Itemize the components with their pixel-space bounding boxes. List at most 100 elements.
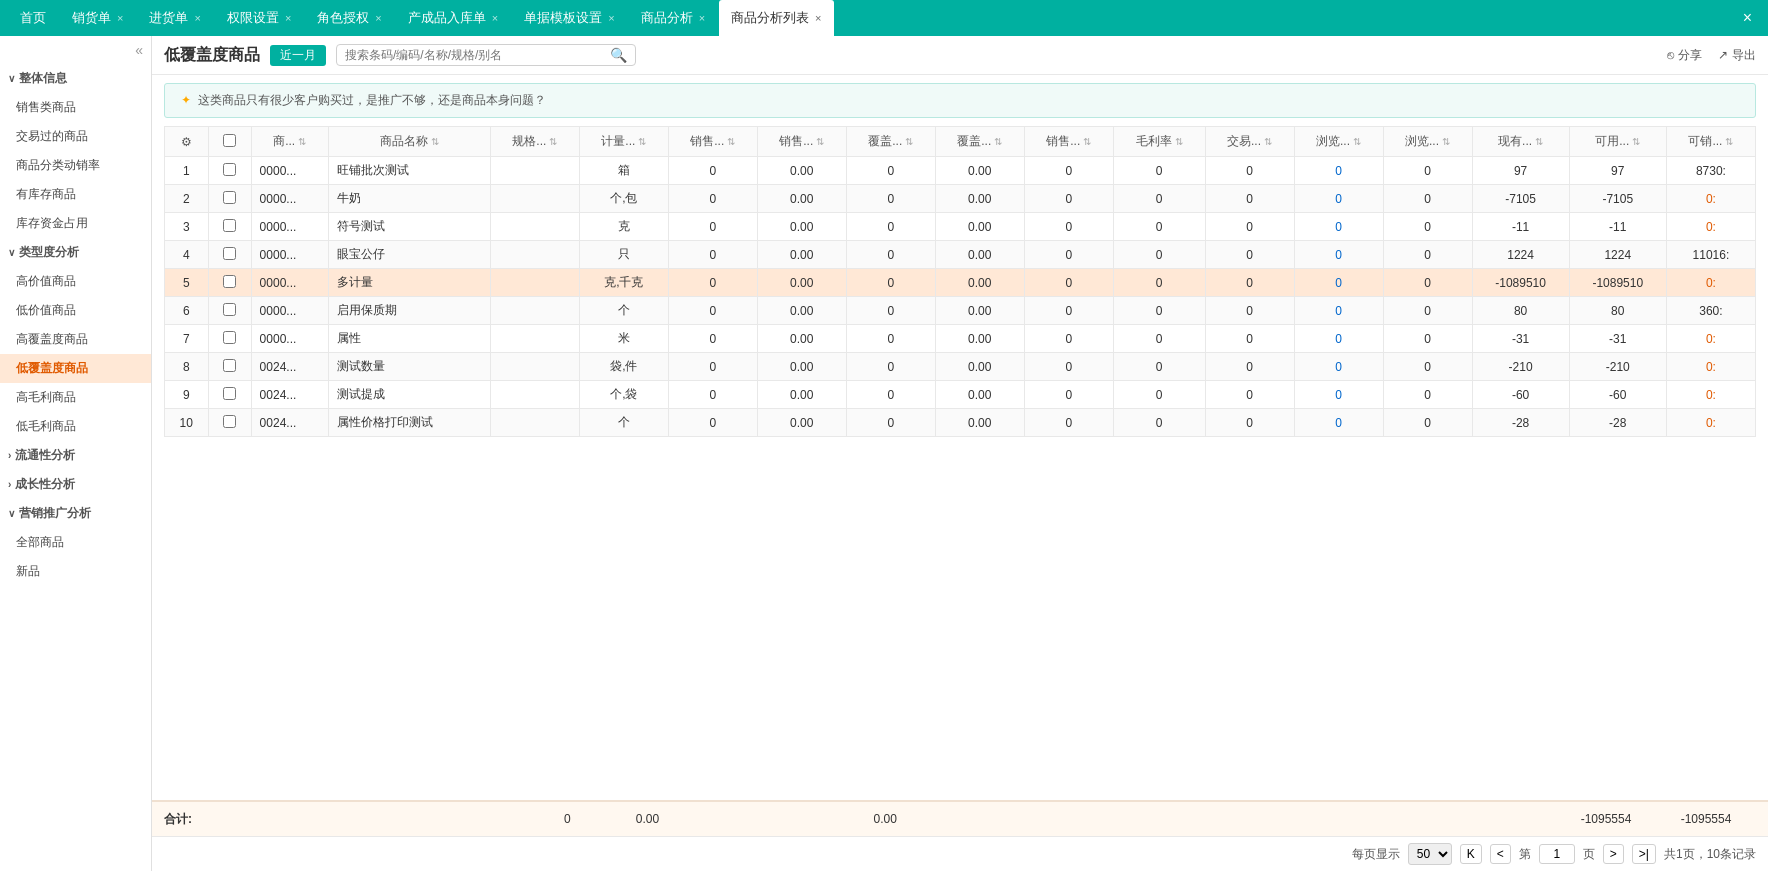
col-trade[interactable]: 交易...⇅ — [1205, 127, 1294, 157]
sidebar-item-low-gross[interactable]: 低毛利商品 — [0, 412, 151, 441]
sidebar-group-overall[interactable]: ∨ 整体信息 — [0, 64, 151, 93]
nav-roles-close[interactable]: × — [375, 12, 381, 24]
sidebar-item-stock-goods[interactable]: 有库存商品 — [0, 180, 151, 209]
row-browse1[interactable]: 0 — [1294, 185, 1383, 213]
nav-template-close[interactable]: × — [608, 12, 614, 24]
time-tag-button[interactable]: 近一月 — [270, 45, 326, 66]
nav-purchase[interactable]: 进货单 × — [137, 0, 212, 36]
nav-template[interactable]: 单据模板设置 × — [512, 0, 626, 36]
row-select-checkbox[interactable] — [223, 247, 236, 260]
select-all-checkbox[interactable] — [223, 134, 236, 147]
nav-close-all-button[interactable]: × — [1735, 5, 1760, 31]
row-checkbox[interactable] — [208, 157, 251, 185]
row-browse1[interactable]: 0 — [1294, 381, 1383, 409]
sidebar-item-low-value[interactable]: 低价值商品 — [0, 296, 151, 325]
row-checkbox[interactable] — [208, 381, 251, 409]
col-sales-count[interactable]: 销售...⇅ — [1024, 127, 1113, 157]
sidebar-item-high-coverage[interactable]: 高覆盖度商品 — [0, 325, 151, 354]
row-browse1[interactable]: 0 — [1294, 269, 1383, 297]
col-spec[interactable]: 规格...⇅ — [490, 127, 579, 157]
row-cov1: 0 — [846, 297, 935, 325]
col-gross-rate[interactable]: 毛利率⇅ — [1113, 127, 1205, 157]
row-select-checkbox[interactable] — [223, 219, 236, 232]
row-select-checkbox[interactable] — [223, 275, 236, 288]
sidebar-item-traded-goods[interactable]: 交易过的商品 — [0, 122, 151, 151]
per-page-select[interactable]: 50 — [1408, 843, 1452, 865]
row-select-checkbox[interactable] — [223, 191, 236, 204]
row-select-checkbox[interactable] — [223, 387, 236, 400]
col-sales-qty[interactable]: 销售...⇅ — [668, 127, 757, 157]
col-code[interactable]: 商...⇅ — [251, 127, 328, 157]
sidebar-item-high-value[interactable]: 高价值商品 — [0, 267, 151, 296]
nav-purchase-close[interactable]: × — [194, 12, 200, 24]
sidebar-collapse-button[interactable]: « — [0, 36, 151, 64]
nav-analysis-list[interactable]: 商品分析列表 × — [719, 0, 833, 36]
row-checkbox[interactable] — [208, 325, 251, 353]
last-page-button[interactable]: >| — [1632, 844, 1656, 864]
nav-sales-close[interactable]: × — [117, 12, 123, 24]
col-unit[interactable]: 计量...⇅ — [579, 127, 668, 157]
row-browse1[interactable]: 0 — [1294, 213, 1383, 241]
row-browse1[interactable]: 0 — [1294, 409, 1383, 437]
nav-roles[interactable]: 角色授权 × — [305, 0, 393, 36]
sidebar-item-sales-goods[interactable]: 销售类商品 — [0, 93, 151, 122]
nav-analysis-close[interactable]: × — [699, 12, 705, 24]
row-select-checkbox[interactable] — [223, 163, 236, 176]
sidebar-item-capital[interactable]: 库存资金占用 — [0, 209, 151, 238]
nav-permissions-close[interactable]: × — [285, 12, 291, 24]
col-current[interactable]: 现有...⇅ — [1472, 127, 1569, 157]
nav-product-entry[interactable]: 产成品入库单 × — [396, 0, 510, 36]
row-checkbox[interactable] — [208, 213, 251, 241]
row-browse1[interactable]: 0 — [1294, 157, 1383, 185]
row-checkbox[interactable] — [208, 241, 251, 269]
row-checkbox[interactable] — [208, 185, 251, 213]
row-select-checkbox[interactable] — [223, 359, 236, 372]
nav-permissions[interactable]: 权限设置 × — [215, 0, 303, 36]
search-icon[interactable]: 🔍 — [610, 47, 627, 63]
row-checkbox[interactable] — [208, 409, 251, 437]
nav-product-entry-close[interactable]: × — [492, 12, 498, 24]
sidebar-group-growth[interactable]: › 成长性分析 — [0, 470, 151, 499]
sidebar-item-category-rate[interactable]: 商品分类动销率 — [0, 151, 151, 180]
nav-sales[interactable]: 销货单 × — [60, 0, 135, 36]
row-checkbox[interactable] — [208, 353, 251, 381]
row-select-checkbox[interactable] — [223, 303, 236, 316]
row-browse1[interactable]: 0 — [1294, 325, 1383, 353]
export-button[interactable]: ↗ 导出 — [1718, 47, 1756, 64]
first-page-button[interactable]: K — [1460, 844, 1482, 864]
table-row: 5 0000... 多计量 克,千克 0 0.00 0 0.00 0 0 0 0… — [165, 269, 1756, 297]
nav-home[interactable]: 首页 — [8, 0, 58, 36]
arrow-icon-4: › — [8, 479, 11, 490]
row-browse1[interactable]: 0 — [1294, 241, 1383, 269]
page-number-input[interactable] — [1539, 844, 1575, 864]
sidebar-group-marketing[interactable]: ∨ 营销推广分析 — [0, 499, 151, 528]
sidebar-item-low-coverage[interactable]: 低覆盖度商品 — [0, 354, 151, 383]
col-browse1[interactable]: 浏览...⇅ — [1294, 127, 1383, 157]
col-browse2[interactable]: 浏览...⇅ — [1383, 127, 1472, 157]
col-coverage2[interactable]: 覆盖...⇅ — [935, 127, 1024, 157]
row-browse1[interactable]: 0 — [1294, 297, 1383, 325]
prev-page-button[interactable]: < — [1490, 844, 1511, 864]
nav-analysis[interactable]: 商品分析 × — [629, 0, 717, 36]
col-saleable[interactable]: 可销...⇅ — [1666, 127, 1755, 157]
col-coverage1[interactable]: 覆盖...⇅ — [846, 127, 935, 157]
col-sales-amt[interactable]: 销售...⇅ — [757, 127, 846, 157]
sidebar-group-type[interactable]: ∨ 类型度分析 — [0, 238, 151, 267]
sidebar-item-high-gross[interactable]: 高毛利商品 — [0, 383, 151, 412]
nav-analysis-list-close[interactable]: × — [815, 12, 821, 24]
row-num: 2 — [165, 185, 209, 213]
next-page-button[interactable]: > — [1603, 844, 1624, 864]
col-settings[interactable]: ⚙ — [165, 127, 209, 157]
sidebar-group-circulation[interactable]: › 流通性分析 — [0, 441, 151, 470]
row-browse1[interactable]: 0 — [1294, 353, 1383, 381]
col-available[interactable]: 可用...⇅ — [1569, 127, 1666, 157]
col-name[interactable]: 商品名称⇅ — [328, 127, 490, 157]
row-select-checkbox[interactable] — [223, 415, 236, 428]
sidebar-item-all-goods[interactable]: 全部商品 — [0, 528, 151, 557]
search-input[interactable] — [345, 48, 610, 62]
row-checkbox[interactable] — [208, 269, 251, 297]
row-checkbox[interactable] — [208, 297, 251, 325]
share-button[interactable]: ⎋ 分享 — [1667, 47, 1702, 64]
row-select-checkbox[interactable] — [223, 331, 236, 344]
sidebar-item-new-goods[interactable]: 新品 — [0, 557, 151, 586]
